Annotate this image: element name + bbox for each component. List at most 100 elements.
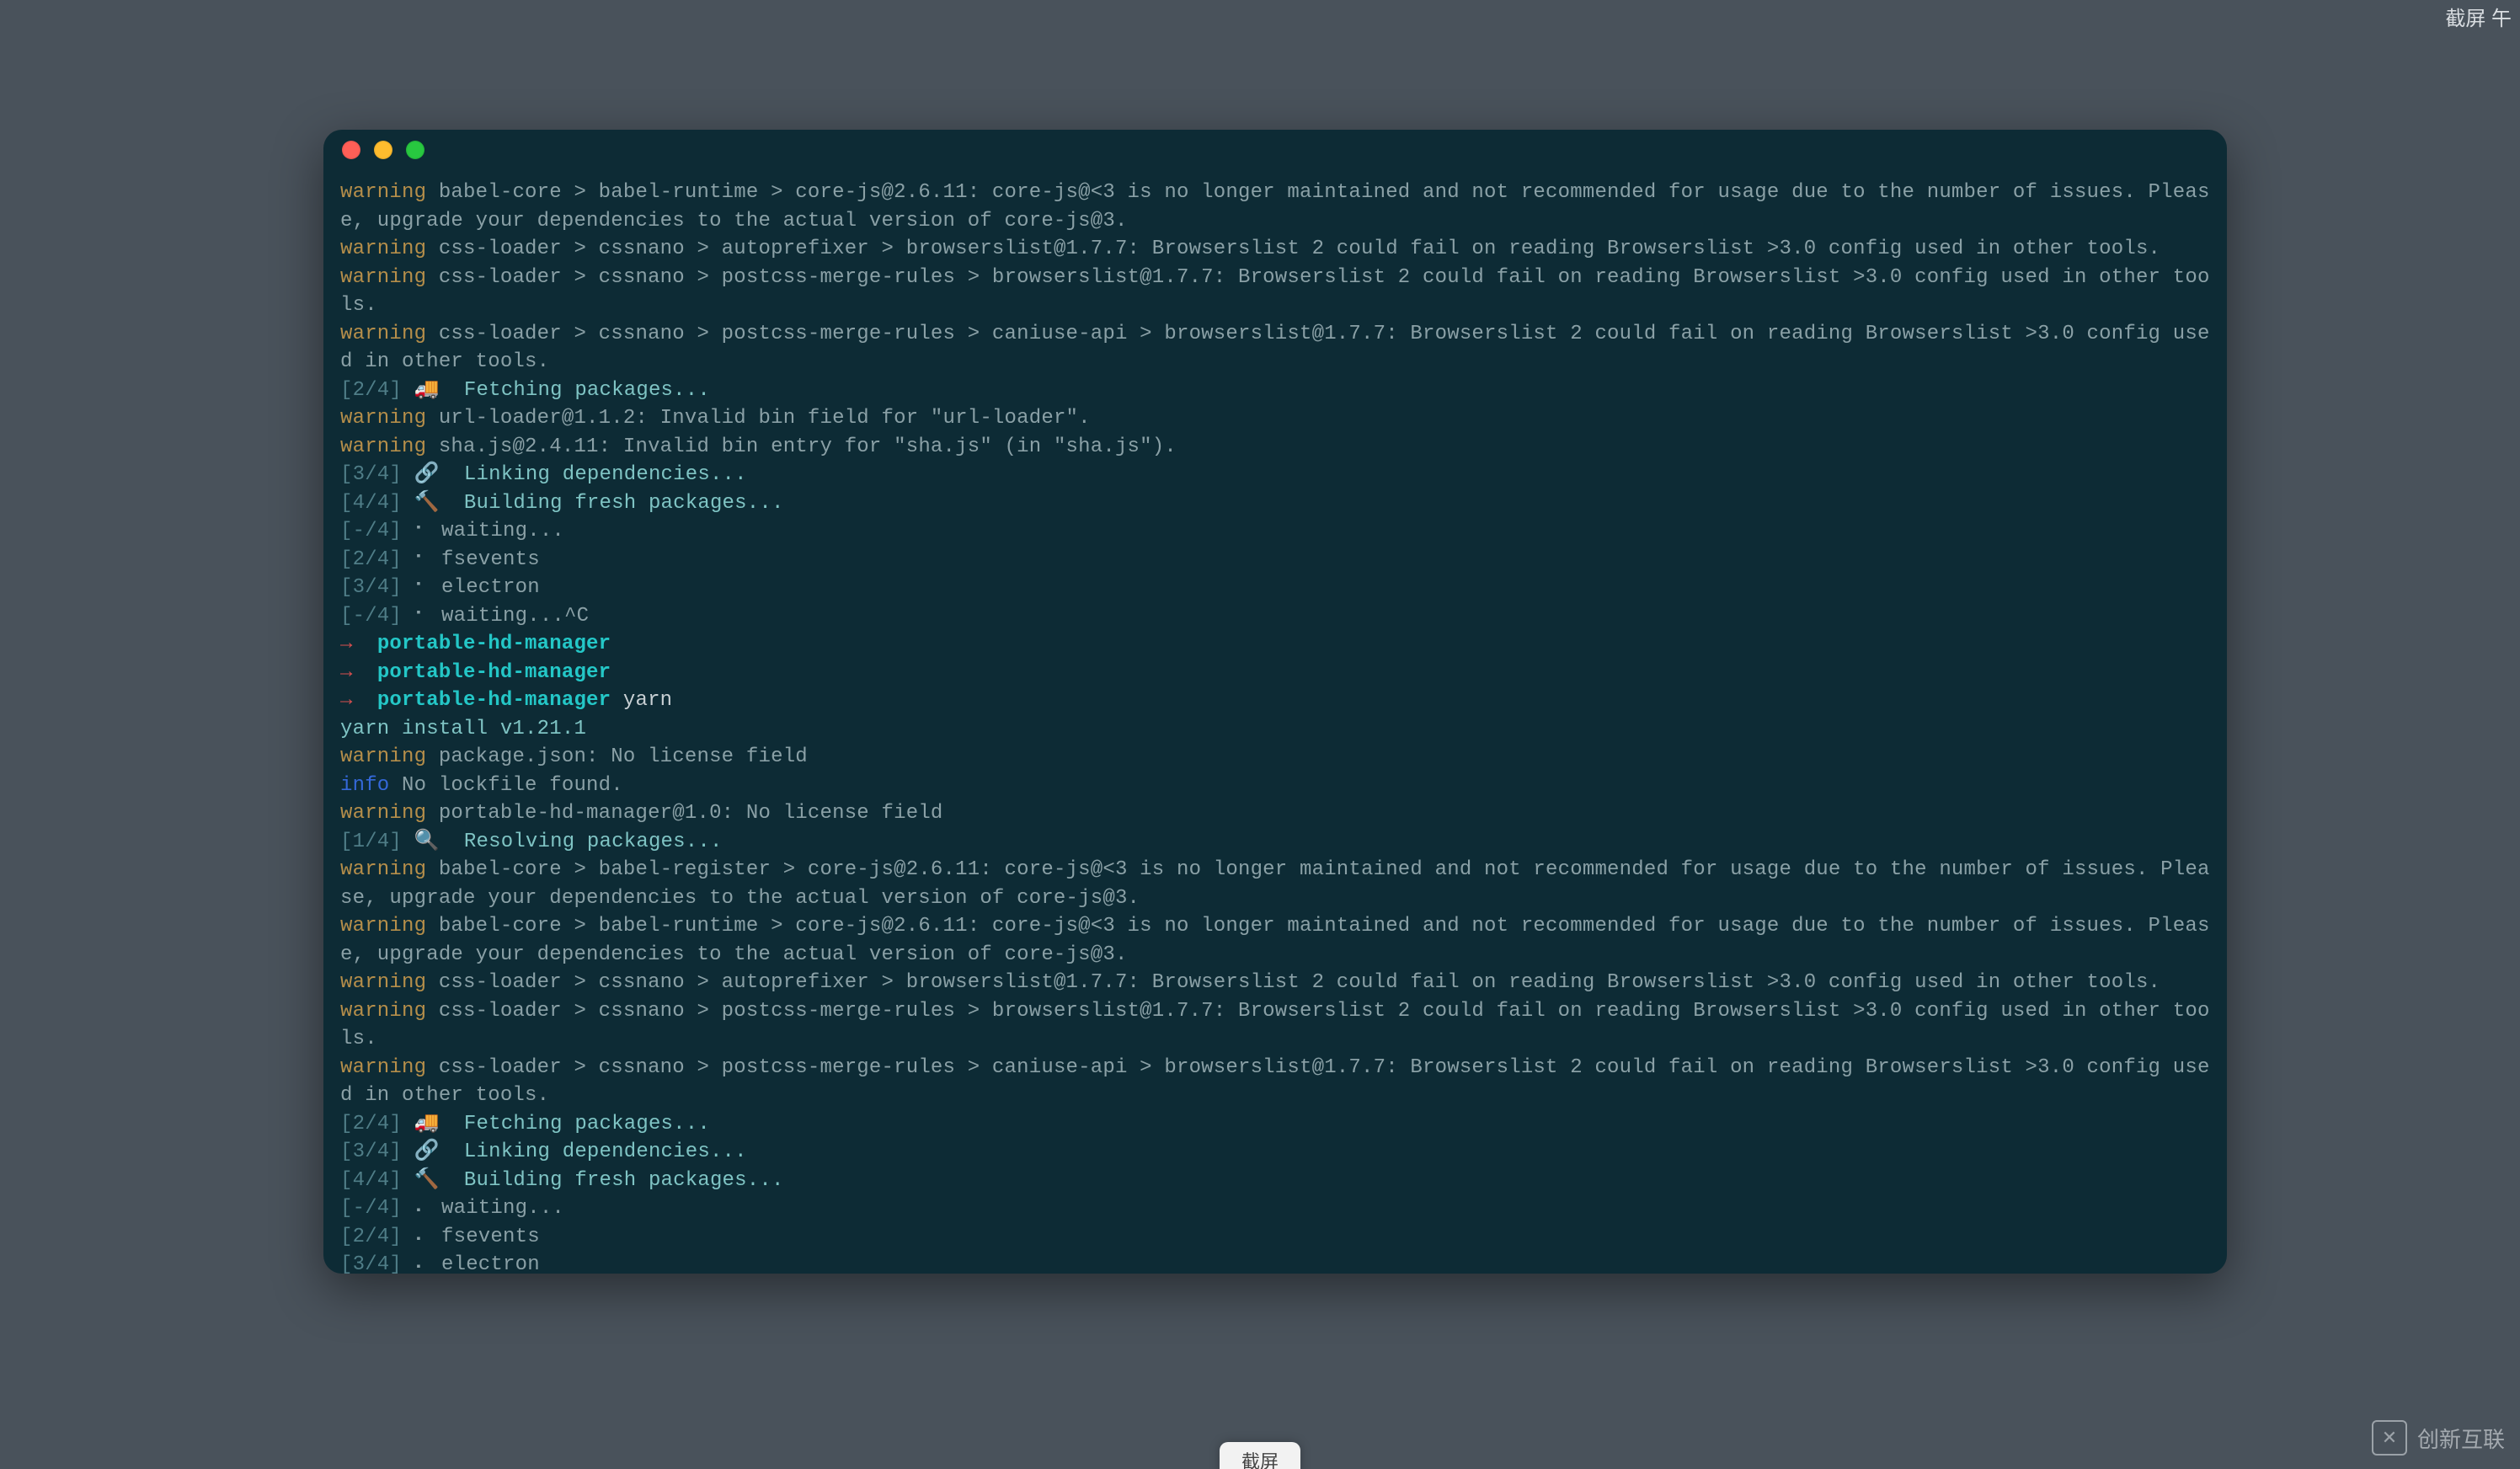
terminal-line: [-/4] ⠂ waiting...^C xyxy=(340,602,2210,631)
terminal-segment: yarn xyxy=(611,689,672,712)
terminal-segment: warning xyxy=(340,435,439,458)
terminal-segment: 🔨 xyxy=(402,492,464,515)
terminal-segment: Fetching packages... xyxy=(464,379,710,402)
terminal-segment: portable-hd-manager xyxy=(377,661,611,684)
terminal-segment: ⠄ waiting... xyxy=(402,1197,564,1220)
terminal-segment: Linking dependencies... xyxy=(464,1140,747,1163)
terminal-segment: [2/4] xyxy=(340,548,402,571)
terminal-segment: [4/4] xyxy=(340,492,402,515)
terminal-segment: Linking dependencies... xyxy=(464,463,747,486)
terminal-segment: [3/4] xyxy=(340,1140,402,1163)
terminal-segment: → xyxy=(340,661,377,684)
close-icon[interactable] xyxy=(342,141,360,159)
terminal-segment: package.json: No license field xyxy=(439,745,808,768)
terminal-line: [-/4] ⠂ waiting... xyxy=(340,517,2210,546)
terminal-segment: 🔗 xyxy=(402,463,464,486)
terminal-segment: portable-hd-manager xyxy=(377,633,611,655)
terminal-segment: warning xyxy=(340,266,439,289)
terminal-segment: 🚚 xyxy=(402,1113,464,1135)
terminal-segment: url-loader@1.1.2: Invalid bin field for … xyxy=(439,407,1091,430)
terminal-line: [3/4] ⠂ electron xyxy=(340,574,2210,602)
terminal-segment: ⠂ electron xyxy=(402,576,540,599)
terminal-segment: 🔨 xyxy=(402,1169,464,1192)
terminal-segment: css-loader > cssnano > autoprefixer > br… xyxy=(439,238,2160,260)
terminal-segment: warning xyxy=(340,323,439,345)
terminal-line: warning package.json: No license field xyxy=(340,743,2210,772)
terminal-segment: No lockfile found. xyxy=(402,774,623,797)
terminal-line: [2/4] ⠂ fsevents xyxy=(340,546,2210,574)
terminal-segment: ⠂ fsevents xyxy=(402,548,540,571)
terminal-output[interactable]: warning babel-core > babel-runtime > cor… xyxy=(323,170,2227,1274)
terminal-segment: css-loader > cssnano > postcss-merge-rul… xyxy=(340,1056,2210,1108)
terminal-segment: [3/4] xyxy=(340,463,402,486)
terminal-line: warning babel-core > babel-register > co… xyxy=(340,856,2210,912)
terminal-segment: Resolving packages... xyxy=(464,831,723,853)
terminal-segment: [2/4] xyxy=(340,1113,402,1135)
terminal-segment: warning xyxy=(340,238,439,260)
terminal-segment: 🔍 xyxy=(402,831,464,853)
terminal-segment: 🔗 xyxy=(402,1140,464,1163)
terminal-segment: warning xyxy=(340,858,439,881)
terminal-line: info No lockfile found. xyxy=(340,772,2210,800)
terminal-segment: → xyxy=(340,689,377,712)
terminal-segment: css-loader > cssnano > postcss-merge-rul… xyxy=(340,323,2210,374)
terminal-segment: ⠂ waiting...^C xyxy=(402,605,589,628)
screenshot-pill[interactable]: 截屏 xyxy=(1220,1442,1300,1469)
terminal-line: [1/4] 🔍 Resolving packages... xyxy=(340,828,2210,857)
terminal-line: [3/4] 🔗 Linking dependencies... xyxy=(340,461,2210,489)
zoom-icon[interactable] xyxy=(406,141,424,159)
terminal-line: → portable-hd-manager xyxy=(340,659,2210,687)
terminal-line: [3/4] 🔗 Linking dependencies... xyxy=(340,1138,2210,1167)
terminal-segment: ⠂ waiting... xyxy=(402,520,564,542)
terminal-line: warning css-loader > cssnano > postcss-m… xyxy=(340,320,2210,377)
terminal-segment: [3/4] xyxy=(340,1253,402,1274)
terminal-segment: [3/4] xyxy=(340,576,402,599)
terminal-line: → portable-hd-manager yarn xyxy=(340,686,2210,715)
terminal-segment: warning xyxy=(340,1000,439,1023)
terminal-segment: css-loader > cssnano > autoprefixer > br… xyxy=(439,971,2160,994)
terminal-line: yarn install v1.21.1 xyxy=(340,715,2210,744)
terminal-line: [2/4] ⠄ fsevents xyxy=(340,1223,2210,1252)
desktop: 截屏 午 warning babel-core > babel-runtime … xyxy=(0,0,2520,1469)
terminal-segment: [2/4] xyxy=(340,1226,402,1248)
terminal-segment: [-/4] xyxy=(340,605,402,628)
terminal-segment: css-loader > cssnano > postcss-merge-rul… xyxy=(340,266,2210,318)
terminal-segment: babel-core > babel-runtime > core-js@2.6… xyxy=(340,181,2210,232)
titlebar xyxy=(323,130,2227,170)
terminal-segment: Building fresh packages... xyxy=(464,492,784,515)
terminal-segment: yarn install v1.21.1 xyxy=(340,718,586,740)
terminal-line: [4/4] 🔨 Building fresh packages... xyxy=(340,489,2210,518)
terminal-line: warning css-loader > cssnano > postcss-m… xyxy=(340,1054,2210,1110)
terminal-line: [4/4] 🔨 Building fresh packages... xyxy=(340,1167,2210,1195)
terminal-line: warning portable-hd-manager@1.0: No lice… xyxy=(340,799,2210,828)
terminal-segment: warning xyxy=(340,745,439,768)
terminal-segment: portable-hd-manager@1.0: No license fiel… xyxy=(439,802,943,825)
terminal-line: warning url-loader@1.1.2: Invalid bin fi… xyxy=(340,404,2210,433)
terminal-line: [2/4] 🚚 Fetching packages... xyxy=(340,377,2210,405)
terminal-segment: babel-core > babel-register > core-js@2.… xyxy=(340,858,2210,910)
terminal-line: [3/4] ⠄ electron xyxy=(340,1251,2210,1274)
terminal-segment: Building fresh packages... xyxy=(464,1169,784,1192)
terminal-segment: info xyxy=(340,774,402,797)
terminal-segment: warning xyxy=(340,407,439,430)
terminal-segment: warning xyxy=(340,1056,439,1079)
terminal-line: warning css-loader > cssnano > autoprefi… xyxy=(340,969,2210,997)
watermark-text: 创新互联 xyxy=(2417,1423,2505,1454)
terminal-segment: warning xyxy=(340,802,439,825)
terminal-segment: babel-core > babel-runtime > core-js@2.6… xyxy=(340,915,2210,966)
terminal-segment: [-/4] xyxy=(340,520,402,542)
terminal-segment: Fetching packages... xyxy=(464,1113,710,1135)
terminal-segment: [4/4] xyxy=(340,1169,402,1192)
terminal-line: warning css-loader > cssnano > autoprefi… xyxy=(340,235,2210,264)
terminal-segment: [1/4] xyxy=(340,831,402,853)
terminal-line: [2/4] 🚚 Fetching packages... xyxy=(340,1110,2210,1139)
terminal-segment: ⠄ electron xyxy=(402,1253,540,1274)
minimize-icon[interactable] xyxy=(374,141,392,159)
terminal-line: warning css-loader > cssnano > postcss-m… xyxy=(340,997,2210,1054)
terminal-segment: portable-hd-manager xyxy=(377,689,611,712)
watermark: ✕ 创新互联 xyxy=(2372,1420,2505,1456)
terminal-segment: ⠄ fsevents xyxy=(402,1226,540,1248)
terminal-line: warning sha.js@2.4.11: Invalid bin entry… xyxy=(340,433,2210,462)
terminal-window[interactable]: warning babel-core > babel-runtime > cor… xyxy=(323,130,2227,1274)
terminal-segment: warning xyxy=(340,971,439,994)
